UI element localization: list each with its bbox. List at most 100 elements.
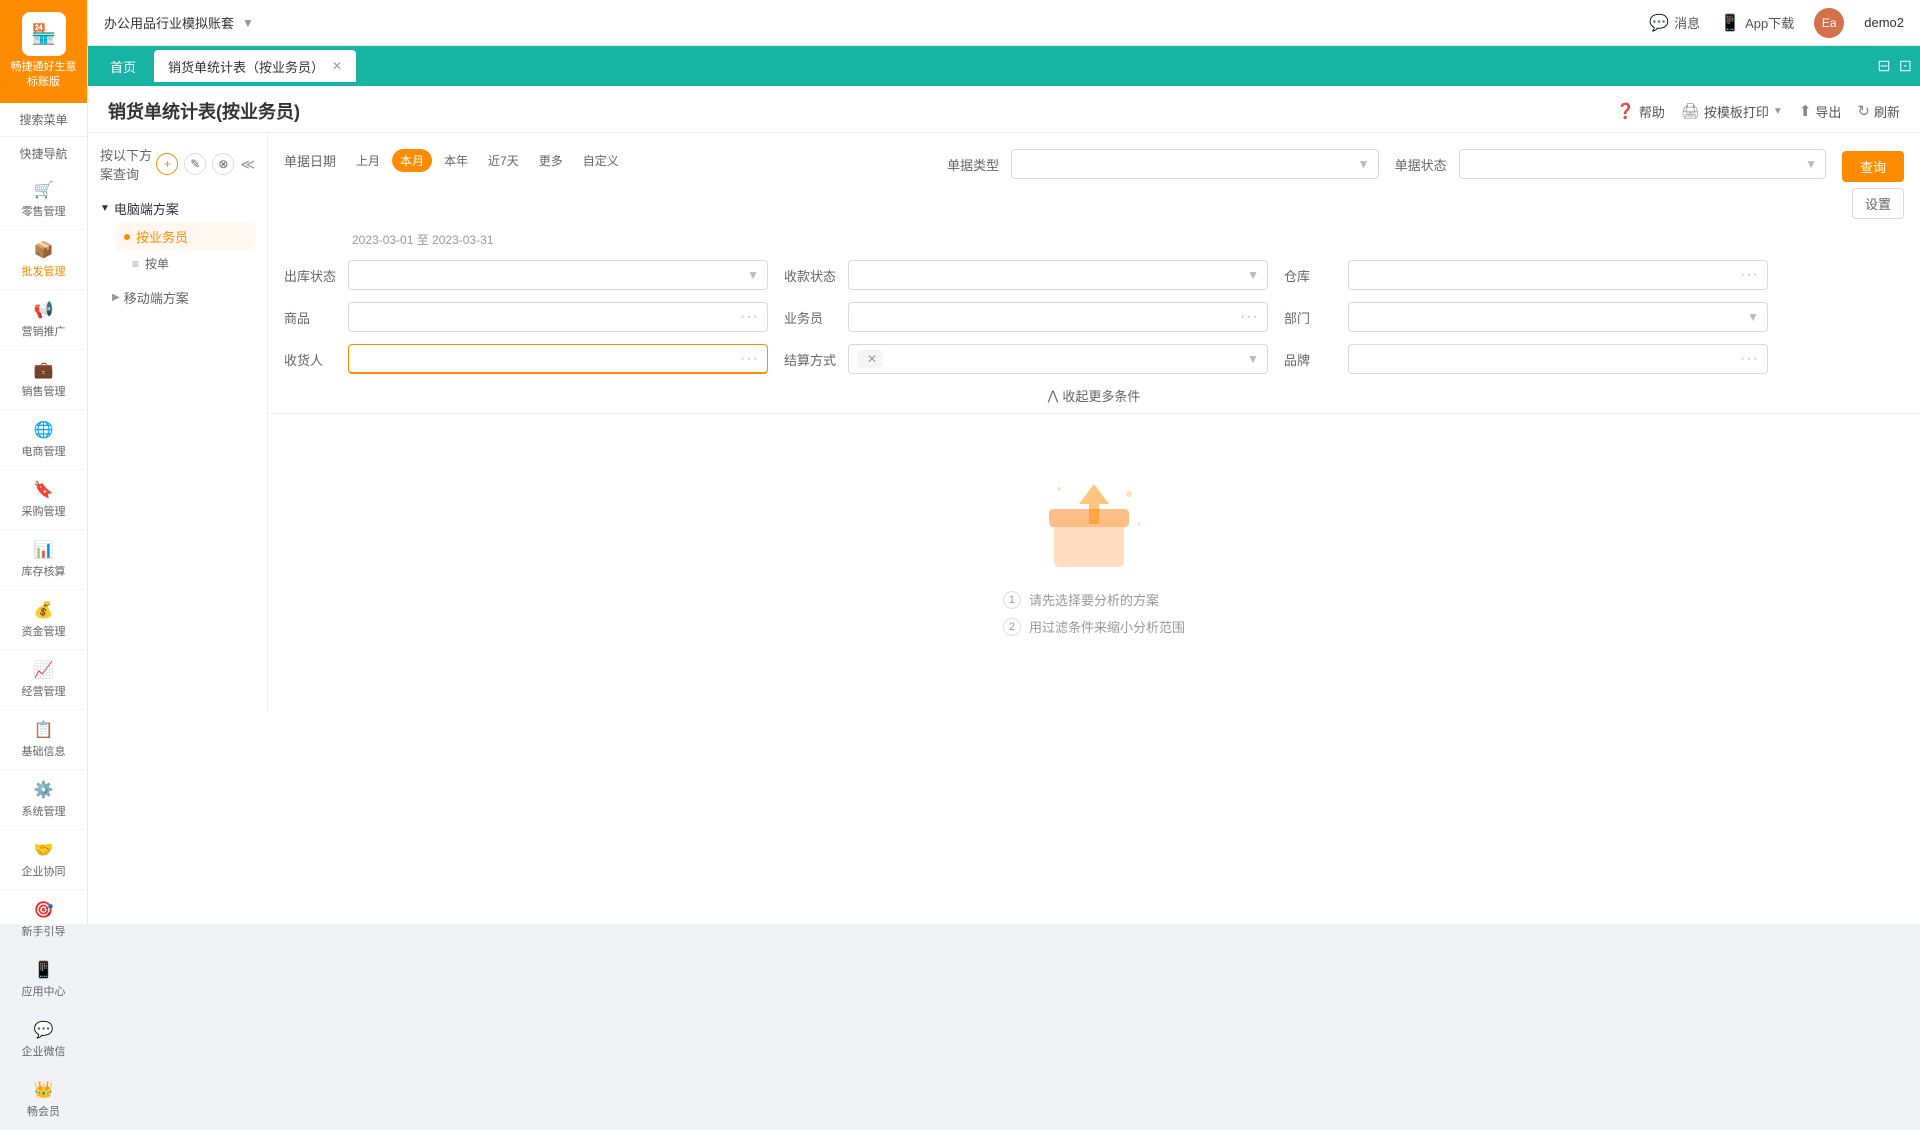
tab-home[interactable]: 首页	[96, 50, 150, 82]
date-last7[interactable]: 近7天	[480, 149, 527, 172]
app-download-action[interactable]: 📱 App下载	[1720, 13, 1794, 33]
edit-scheme-button[interactable]: ✎	[184, 153, 206, 175]
goods-dots-icon: ···	[740, 308, 759, 326]
doc-status-input[interactable]: ▼	[1459, 149, 1826, 179]
date-more[interactable]: 更多	[531, 149, 571, 172]
empty-state: 1 请先选择要分析的方案 2 用过滤条件来缩小分析范围	[284, 414, 1904, 696]
sidebar-item-finance[interactable]: 💰 资金管理	[0, 590, 87, 650]
settings-button[interactable]: 设置	[1852, 188, 1904, 219]
date-this-year[interactable]: 本年	[436, 149, 476, 172]
date-range-text: 2023-03-01 至 2023-03-31	[352, 231, 493, 248]
tab-close-icon[interactable]: ✕	[332, 59, 342, 73]
dept-filter-item: 部门 ▼	[1284, 302, 1768, 332]
brand-input[interactable]: ···	[1348, 344, 1768, 374]
settlement-control: ✕ ▼	[848, 344, 1268, 374]
dept-label: 部门	[1284, 308, 1340, 327]
receipt-status-input[interactable]: ▼	[848, 260, 1268, 290]
warehouse-input[interactable]: ···	[1348, 260, 1768, 290]
consignee-input[interactable]: ···	[348, 344, 768, 374]
out-status-input[interactable]: ▼	[348, 260, 768, 290]
doc-type-filter-item: 单据类型 ▼	[947, 149, 1378, 179]
date-this-month[interactable]: 本月	[392, 149, 432, 172]
order-scheme-icon: ≡	[132, 257, 139, 271]
dept-input[interactable]: ▼	[1348, 302, 1768, 332]
username[interactable]: demo2	[1864, 15, 1904, 30]
inventory-label: 库存核算	[22, 563, 66, 579]
goods-input[interactable]: ···	[348, 302, 768, 332]
basic-icon: 📋	[34, 720, 54, 740]
sidebar-item-retail[interactable]: 🛒 零售管理	[0, 170, 87, 230]
consignee-dots-icon: ···	[740, 350, 759, 368]
doc-type-input[interactable]: ▼	[1011, 149, 1378, 179]
salesperson-input[interactable]: ···	[848, 302, 1268, 332]
search-menu[interactable]: 搜索菜单	[0, 103, 87, 137]
salesperson-label: 业务员	[784, 308, 840, 327]
add-scheme-button[interactable]: +	[156, 153, 178, 175]
sidebar-item-sales[interactable]: 💼 销售管理	[0, 350, 87, 410]
help-action[interactable]: ❓ 帮助	[1616, 102, 1665, 121]
wholesale-icon: 📦	[34, 240, 54, 260]
company-name: 办公用品行业模拟账套	[104, 13, 234, 32]
purchase-label: 采购管理	[22, 503, 66, 519]
tab-maximize-icon[interactable]: ⊡	[1899, 56, 1912, 76]
step-1-text: 请先选择要分析的方案	[1029, 590, 1159, 609]
query-button[interactable]: 查询	[1842, 151, 1904, 182]
sidebar-item-appcenter[interactable]: 📱 应用中心	[0, 950, 87, 1010]
tab-minimize-icon[interactable]: ⊟	[1877, 56, 1890, 76]
wholesale-label: 批发管理	[22, 263, 66, 279]
empty-svg	[1034, 474, 1154, 574]
print-chevron-icon[interactable]: ▼	[1773, 106, 1783, 117]
sidebar-item-inventory[interactable]: 📊 库存核算	[0, 530, 87, 590]
inventory-icon: 📊	[34, 540, 54, 560]
scheme-by-order[interactable]: ≡ 按单	[116, 251, 255, 276]
desktop-scheme-parent[interactable]: ▼ 电脑端方案	[100, 195, 255, 222]
ecommerce-icon: 🌐	[34, 420, 54, 440]
help-icon: ❓	[1616, 102, 1635, 120]
out-status-control: ▼	[348, 260, 768, 290]
sidebar-item-enterprise[interactable]: 🤝 企业协同	[0, 830, 87, 890]
date-custom[interactable]: 自定义	[575, 149, 627, 172]
warehouse-label: 仓库	[1284, 266, 1340, 285]
finance-label: 资金管理	[22, 623, 66, 639]
company-chevron-icon[interactable]: ▼	[242, 16, 254, 30]
sidebar-item-wechat[interactable]: 💬 企业微信	[0, 1010, 87, 1070]
refresh-action[interactable]: ↻ 刷新	[1857, 102, 1900, 121]
dept-chevron-icon: ▼	[1747, 310, 1759, 324]
sidebar-item-system[interactable]: ⚙️ 系统管理	[0, 770, 87, 830]
panel-collapse-button[interactable]: ≪	[240, 156, 255, 173]
template-print-action[interactable]: 🖨 按模板打印 ▼	[1681, 102, 1783, 121]
collapse-button[interactable]: ⋀ 收起更多条件	[1048, 386, 1141, 405]
brand-filter-item: 品牌 ···	[1284, 344, 1768, 374]
quick-nav[interactable]: 快捷导航	[0, 137, 87, 170]
date-group: 上月 本月 本年 近7天 更多 自定义	[348, 149, 931, 172]
message-label: 消息	[1674, 13, 1700, 32]
settlement-input[interactable]: ✕ ▼	[848, 344, 1268, 374]
user-avatar[interactable]: Ea	[1814, 8, 1844, 38]
export-action[interactable]: ⬆ 导出	[1799, 102, 1842, 121]
main-area: 办公用品行业模拟账套 ▼ 💬 消息 📱 App下载 Ea demo2 首页 销货…	[88, 0, 1920, 924]
scheme-by-salesperson[interactable]: 按业务员	[116, 222, 255, 251]
sidebar-item-ecommerce[interactable]: 🌐 电商管理	[0, 410, 87, 470]
active-dot-icon	[124, 234, 130, 240]
filter-schemes: ▼ 电脑端方案 按业务员 ≡ 按单	[88, 191, 267, 319]
out-status-chevron-icon: ▼	[747, 268, 759, 282]
date-last-month[interactable]: 上月	[348, 149, 388, 172]
newguide-icon: 🎯	[34, 900, 54, 920]
sidebar-item-basic[interactable]: 📋 基础信息	[0, 710, 87, 770]
sidebar-item-purchase[interactable]: 🔖 采购管理	[0, 470, 87, 530]
retail-icon: 🛒	[34, 180, 54, 200]
sidebar-item-member[interactable]: 👑 畅会员	[0, 1070, 87, 1130]
mobile-scheme-parent[interactable]: ▶ 移动端方案	[112, 284, 243, 311]
tab-bar: 首页 销货单统计表（按业务员） ✕ ⊟ ⊡	[88, 46, 1920, 86]
tab-sales-stat[interactable]: 销货单统计表（按业务员） ✕	[154, 50, 356, 82]
message-action[interactable]: 💬 消息	[1649, 13, 1700, 33]
sidebar-item-newguide[interactable]: 🎯 新手引导	[0, 890, 87, 950]
operation-label: 经营管理	[22, 683, 66, 699]
delete-scheme-button[interactable]: ⊗	[212, 153, 234, 175]
settlement-tag-remove[interactable]: ✕	[867, 352, 877, 366]
help-label: 帮助	[1639, 102, 1665, 121]
main-panel: 单据日期 上月 本月 本年 近7天 更多 自定义	[268, 133, 1920, 712]
sidebar-item-wholesale[interactable]: 📦 批发管理	[0, 230, 87, 290]
sidebar-item-operation[interactable]: 📈 经营管理	[0, 650, 87, 710]
sidebar-item-marketing[interactable]: 📢 营销推广	[0, 290, 87, 350]
